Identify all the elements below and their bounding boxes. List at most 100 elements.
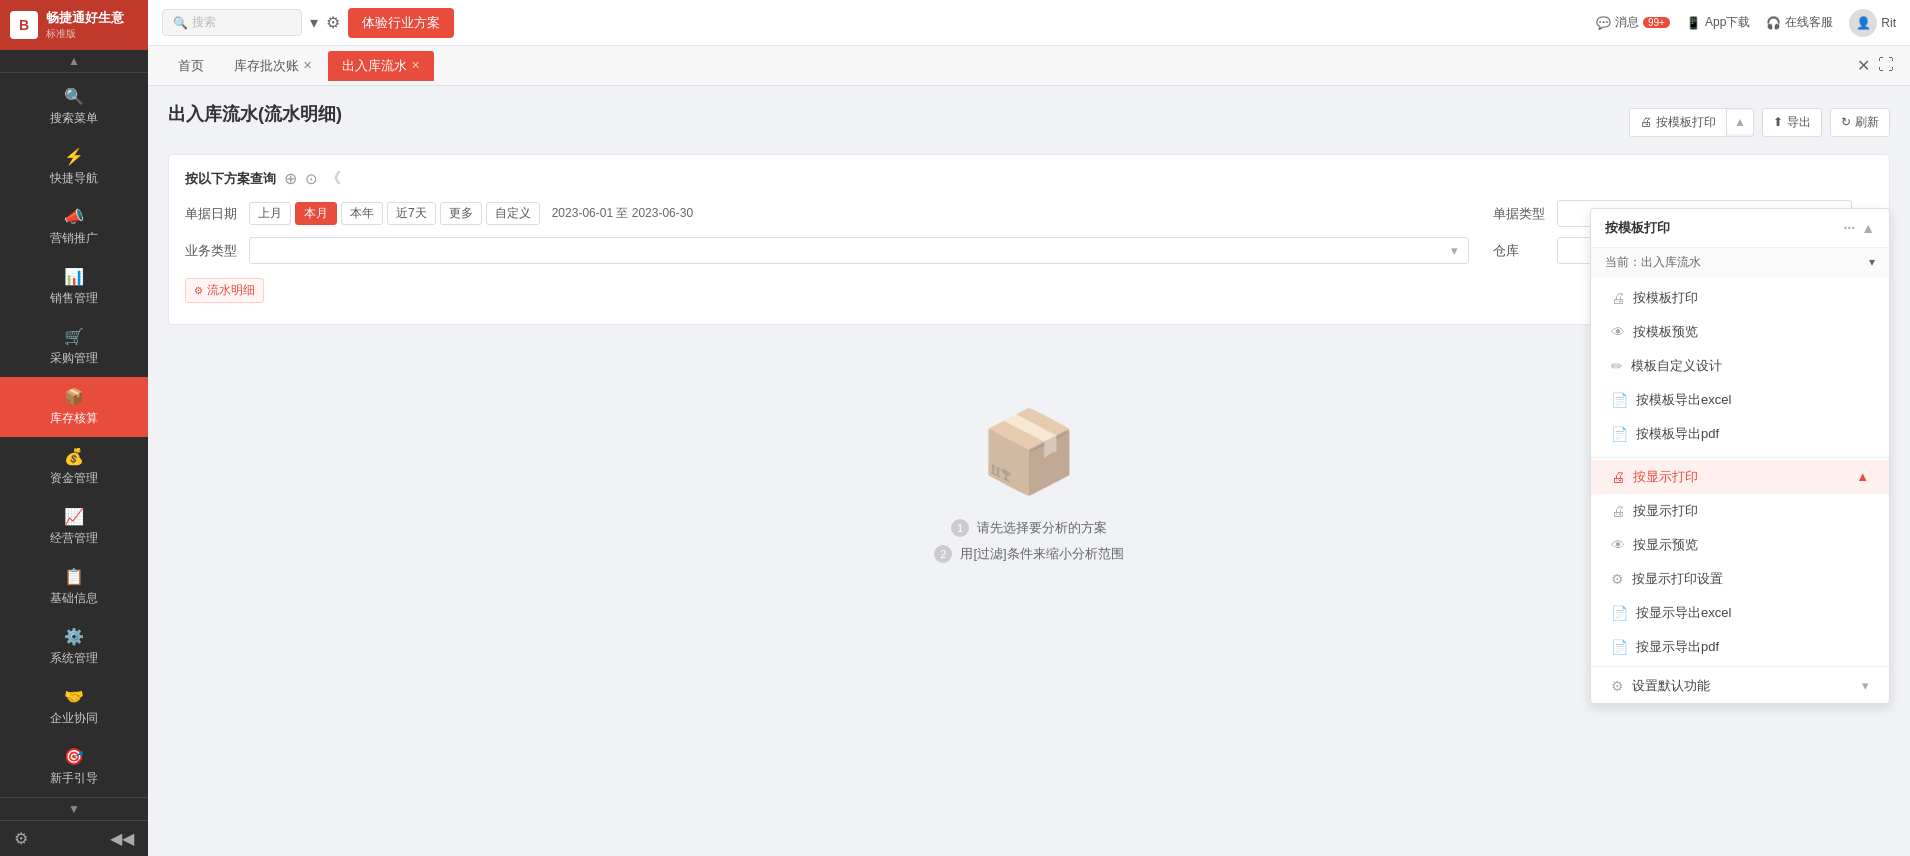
empty-step-1-text: 请先选择要分析的方案 <box>977 519 1107 537</box>
topbar-left: 🔍 搜索 ▾ ⚙ 体验行业方案 <box>162 8 454 38</box>
topbar: 🔍 搜索 ▾ ⚙ 体验行业方案 💬 消息 99+ 📱 App下载 🎧 在线客服 <box>148 0 1910 46</box>
sidebar: B 畅捷通好生意 标准版 ▲ 🔍搜索菜单⚡快捷导航📣营销推广📊销售管理🛒采购管理… <box>0 0 148 856</box>
date-btn-更多[interactable]: 更多 <box>440 202 482 225</box>
message-icon: 💬 <box>1596 16 1611 30</box>
topbar-settings-icon[interactable]: ⚙ <box>326 13 340 32</box>
dropdown-item-display-print-settings[interactable]: ⚙按显示打印设置 <box>1591 562 1889 596</box>
sidebar-icon-marketing: 📣 <box>64 207 84 226</box>
filter-settings-icon[interactable]: ⊙ <box>305 170 318 188</box>
export-btn[interactable]: ⬆ 导出 <box>1762 108 1822 137</box>
type-label: 单据类型 <box>1493 205 1549 223</box>
message-btn[interactable]: 💬 消息 99+ <box>1596 14 1670 31</box>
collapse-sidebar-btn[interactable]: ◀◀ <box>110 829 134 848</box>
tab-batch-close-icon[interactable]: ✕ <box>303 59 312 72</box>
dropdown-item-template-customize[interactable]: ✏模板自定义设计 <box>1591 349 1889 383</box>
tag-icon: ⚙ <box>194 285 203 296</box>
filter-collapse-icon[interactable]: 《 <box>326 169 341 188</box>
dropdown-current-text: 当前：出入库流水 <box>1605 254 1701 271</box>
print-main-btn[interactable]: 🖨 按模板打印 <box>1630 109 1727 136</box>
date-buttons: 上月本月本年近7天更多自定义 <box>249 202 540 225</box>
user-avatar: 👤 <box>1849 9 1877 37</box>
app-download-btn[interactable]: 📱 App下载 <box>1686 14 1750 31</box>
filter-add-icon[interactable]: ⊕ <box>284 169 297 188</box>
user-avatar-area[interactable]: 👤 Rit <box>1849 9 1896 37</box>
dropdown-item-display-preview[interactable]: 👁按显示预览 <box>1591 528 1889 562</box>
empty-icon: 📦 <box>979 405 1079 499</box>
biz-type-select[interactable]: ▾ <box>249 237 1469 264</box>
date-btn-近7天[interactable]: 近7天 <box>387 202 436 225</box>
sidebar-item-purchase[interactable]: 🛒采购管理 <box>0 317 148 377</box>
dropdown-item-display-export-excel[interactable]: 📄按显示导出excel <box>1591 596 1889 630</box>
print-dropdown-arrow[interactable]: ▲ <box>1727 110 1753 134</box>
window-close-icon[interactable]: ✕ <box>1857 56 1870 75</box>
print-btn-group: 🖨 按模板打印 ▲ <box>1629 108 1754 137</box>
tab-batch-account[interactable]: 库存批次账 ✕ <box>220 51 326 81</box>
sidebar-item-finance[interactable]: 💰资金管理 <box>0 437 148 497</box>
sidebar-icon-quick-nav: ⚡ <box>64 147 84 166</box>
dropdown-item-display-export-pdf[interactable]: 📄按显示导出pdf <box>1591 630 1889 664</box>
trial-btn[interactable]: 体验行业方案 <box>348 8 454 38</box>
tab-home[interactable]: 首页 <box>164 51 218 81</box>
sidebar-item-system[interactable]: ⚙️系统管理 <box>0 617 148 677</box>
sidebar-item-basic[interactable]: 📋基础信息 <box>0 557 148 617</box>
template-section: 🖨按模板打印👁按模板预览✏模板自定义设计📄按模板导出excel📄按模板导出pdf <box>1591 277 1889 455</box>
sidebar-label-basic: 基础信息 <box>50 590 98 607</box>
biz-type-label: 业务类型 <box>185 242 241 260</box>
refresh-label: 刷新 <box>1855 114 1879 131</box>
icon-display-export-pdf: 📄 <box>1611 639 1628 655</box>
empty-step-1: 1 请先选择要分析的方案 <box>951 519 1107 537</box>
date-btn-本月[interactable]: 本月 <box>295 202 337 225</box>
sidebar-label-purchase: 采购管理 <box>50 350 98 367</box>
settings-footer-icon[interactable]: ⚙ <box>14 829 28 848</box>
settings-arrow-icon: ▾ <box>1862 678 1869 693</box>
tab-home-label: 首页 <box>178 57 204 75</box>
sidebar-nav: 🔍搜索菜单 ⚡ 快捷导航 📣营销推广📊销售管理🛒采购管理📦库存核算💰资金管理📈经营管理… <box>0 73 148 797</box>
settings-default-btn[interactable]: ⚙ 设置默认功能 ▾ <box>1591 669 1889 703</box>
tab-flow[interactable]: 出入库流水 ✕ <box>328 51 434 81</box>
icon-display-preview: 👁 <box>1611 537 1625 553</box>
dropdown-current-arrow: ▾ <box>1869 255 1875 269</box>
date-btn-本年[interactable]: 本年 <box>341 202 383 225</box>
phone-icon: 📱 <box>1686 16 1701 30</box>
sidebar-item-search[interactable]: 🔍搜索菜单 <box>0 77 148 137</box>
topbar-right: 💬 消息 99+ 📱 App下载 🎧 在线客服 👤 Rit <box>1596 9 1896 37</box>
icon-template-customize: ✏ <box>1611 358 1623 374</box>
online-service-btn[interactable]: 🎧 在线客服 <box>1766 14 1833 31</box>
tab-flow-close-icon[interactable]: ✕ <box>411 59 420 72</box>
window-expand-icon[interactable]: ⛶ <box>1878 56 1894 75</box>
sidebar-item-guide[interactable]: 🎯新手引导 <box>0 737 148 797</box>
empty-step-2: 2 用[过滤]条件来缩小分析范围 <box>934 545 1123 563</box>
tab-flow-label: 出入库流水 <box>342 57 407 75</box>
dropdown-item-template-export-excel[interactable]: 📄按模板导出excel <box>1591 383 1889 417</box>
label-template-export-pdf: 按模板导出pdf <box>1636 425 1719 443</box>
sidebar-item-cooperation[interactable]: 🤝企业协同 <box>0 677 148 737</box>
topbar-chevron-icon[interactable]: ▾ <box>310 13 318 32</box>
print-icon: 🖨 <box>1640 115 1652 129</box>
scroll-up-arrow[interactable]: ▲ <box>68 54 80 68</box>
label-display-export-excel: 按显示导出excel <box>1636 604 1731 622</box>
sidebar-icon-cooperation: 🤝 <box>64 687 84 706</box>
dropdown-item-template-print[interactable]: 🖨按模板打印 <box>1591 281 1889 315</box>
sidebar-item-quick-nav[interactable]: ⚡ 快捷导航 <box>0 137 148 197</box>
dropdown-more-icon[interactable]: ··· <box>1843 220 1855 236</box>
date-btn-自定义[interactable]: 自定义 <box>486 202 540 225</box>
dropdown-separator-2 <box>1591 666 1889 667</box>
topbar-search-box[interactable]: 🔍 搜索 <box>162 9 302 36</box>
dropdown-item-display-print[interactable]: 🖨按显示打印 <box>1591 494 1889 528</box>
sidebar-label-quick-nav: 快捷导航 <box>50 170 98 187</box>
sidebar-label-operations: 经营管理 <box>50 530 98 547</box>
refresh-btn[interactable]: ↻ 刷新 <box>1830 108 1890 137</box>
icon-template-export-excel: 📄 <box>1611 392 1628 408</box>
dropdown-display-section-header[interactable]: 🖨 按显示打印 ▲ <box>1591 460 1889 494</box>
sidebar-item-marketing[interactable]: 📣营销推广 <box>0 197 148 257</box>
sidebar-item-sales[interactable]: 📊销售管理 <box>0 257 148 317</box>
icon-template-export-pdf: 📄 <box>1611 426 1628 442</box>
scroll-down-arrow[interactable]: ▼ <box>68 802 80 816</box>
dropdown-item-template-preview[interactable]: 👁按模板预览 <box>1591 315 1889 349</box>
dropdown-item-template-export-pdf[interactable]: 📄 按模板导出pdf <box>1591 417 1889 451</box>
sidebar-item-operations[interactable]: 📈经营管理 <box>0 497 148 557</box>
dropdown-close-icon[interactable]: ▲ <box>1861 220 1875 236</box>
sidebar-item-inventory[interactable]: 📦库存核算 <box>0 377 148 437</box>
date-btn-上月[interactable]: 上月 <box>249 202 291 225</box>
print-label: 按模板打印 <box>1656 114 1716 131</box>
